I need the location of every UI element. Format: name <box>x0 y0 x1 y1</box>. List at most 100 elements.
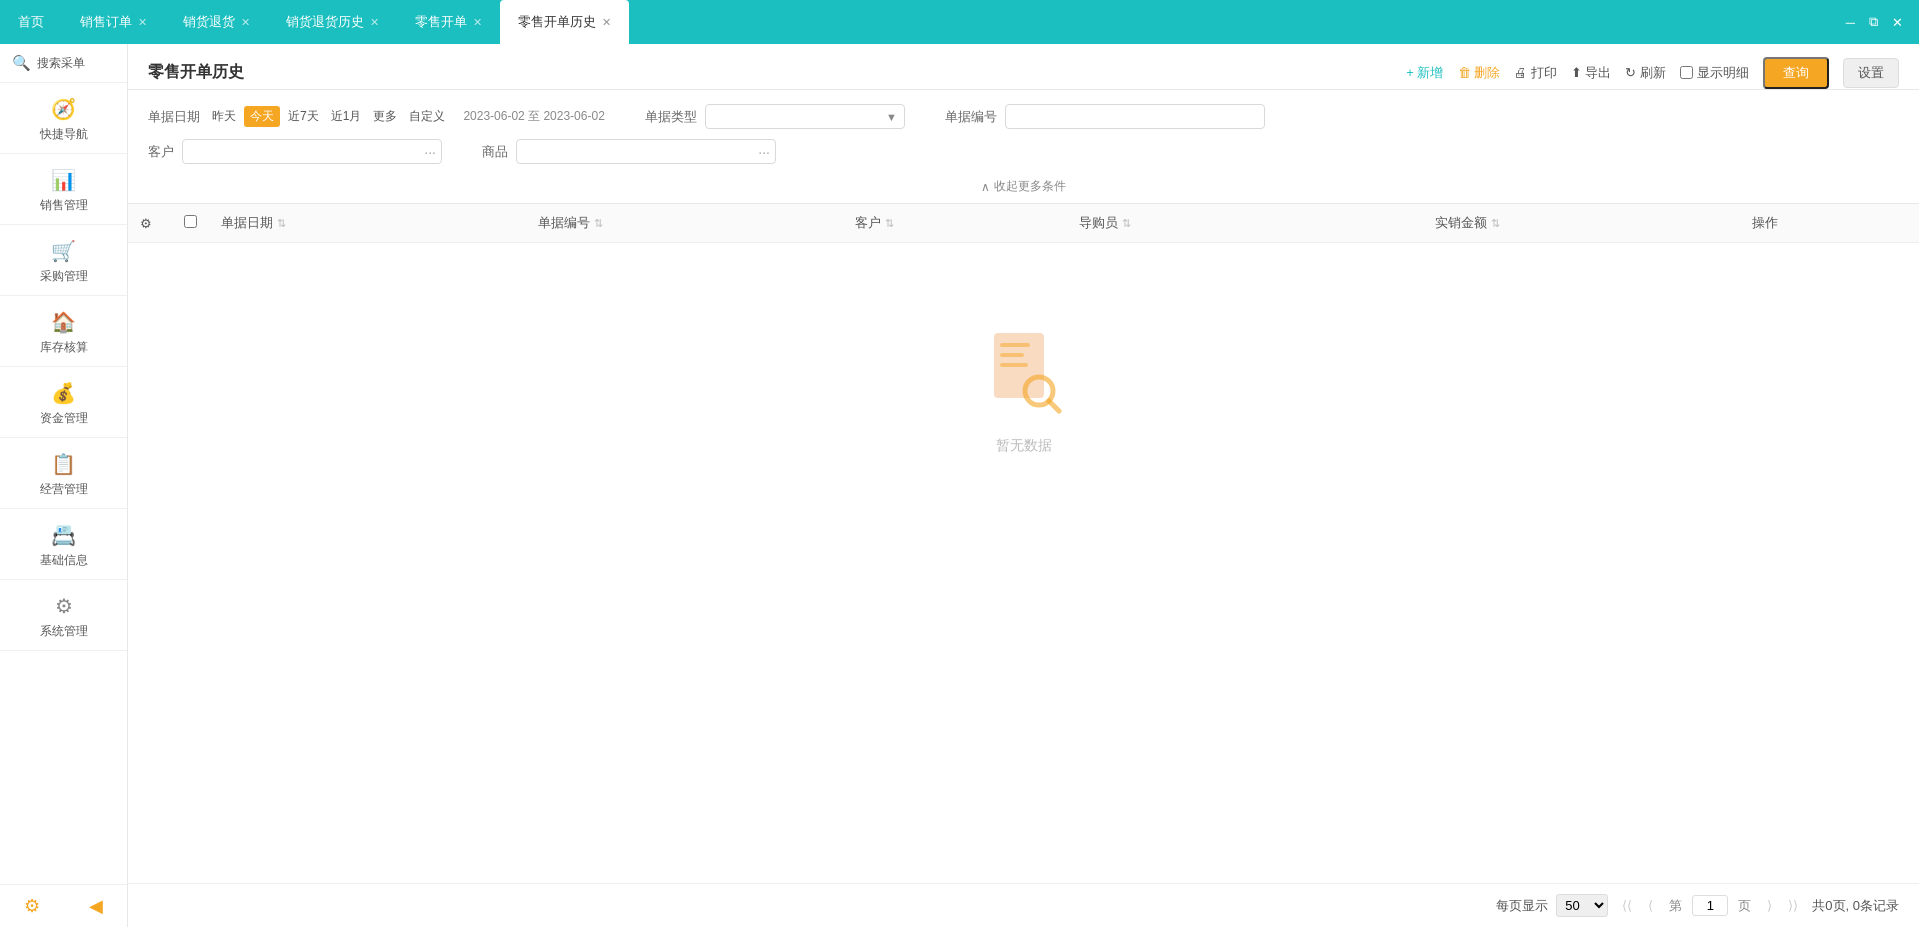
page-nav: ⟨⟨ ⟨ 第 页 ⟩ ⟩⟩ <box>1616 895 1804 917</box>
table-area: ⚙ 单据日期 ⇅ 单据编号 ⇅ <box>128 204 1919 883</box>
product-label: 商品 <box>482 143 508 161</box>
customer-input[interactable] <box>182 139 442 164</box>
date-btn-custom[interactable]: 自定义 <box>405 106 449 127</box>
show-detail-label: 显示明细 <box>1697 64 1749 82</box>
collapse-button[interactable]: ∧ 收起更多条件 <box>148 174 1899 195</box>
close-btn[interactable]: ✕ <box>1892 15 1903 30</box>
tab-retail-open-label: 零售开单 <box>415 13 467 31</box>
content-area: 零售开单历史 + 新增 🗑 删除 🖨 打印 ⬆ 导出 ↻ 刷新 显示明细 查询 … <box>128 44 1919 927</box>
empty-state-cell: 暂无数据 <box>128 243 1919 516</box>
sort-amount-icon: ⇅ <box>1491 217 1500 229</box>
sidebar-item-operation[interactable]: 📋 经营管理 <box>0 438 127 509</box>
customer-dots-icon[interactable]: ··· <box>424 144 436 160</box>
tab-retail-open-history[interactable]: 零售开单历史 ✕ <box>500 0 629 44</box>
tab-retail-open[interactable]: 零售开单 ✕ <box>397 0 500 44</box>
page-title: 零售开单历史 <box>148 62 244 83</box>
page-input[interactable] <box>1692 895 1728 916</box>
sidebar-settings-icon[interactable]: ⚙ <box>24 895 40 917</box>
tab-sales-return-history-close[interactable]: ✕ <box>370 16 379 29</box>
minimize-btn[interactable]: ─ <box>1846 15 1855 30</box>
col-no-label: 单据编号 <box>538 215 590 230</box>
col-amount[interactable]: 实销金额 ⇅ <box>1423 204 1740 243</box>
tab-sales-order-close[interactable]: ✕ <box>138 16 147 29</box>
col-date-label: 单据日期 <box>221 215 273 230</box>
customer-label: 客户 <box>148 143 174 161</box>
empty-state-row: 暂无数据 <box>128 243 1919 516</box>
tab-sales-return-history-label: 销货退货历史 <box>286 13 364 31</box>
select-all-checkbox[interactable] <box>184 215 197 228</box>
sort-guide-icon: ⇅ <box>1122 217 1131 229</box>
refresh-button[interactable]: ↻ 刷新 <box>1625 64 1666 82</box>
sidebar-search[interactable]: 🔍 搜索采单 <box>0 44 127 83</box>
sidebar-collapse-icon[interactable]: ◀ <box>89 895 103 917</box>
settings-button[interactable]: 设置 <box>1843 58 1899 88</box>
tab-sales-order[interactable]: 销售订单 ✕ <box>62 0 165 44</box>
col-no[interactable]: 单据编号 ⇅ <box>526 204 843 243</box>
date-btn-today[interactable]: 今天 <box>244 106 280 127</box>
sidebar-item-purchase-mgmt[interactable]: 🛒 采购管理 <box>0 225 127 296</box>
tab-sales-return-label: 销货退货 <box>183 13 235 31</box>
tab-sales-return-history[interactable]: 销货退货历史 ✕ <box>268 0 397 44</box>
sidebar-item-quick-nav[interactable]: 🧭 快捷导航 <box>0 83 127 154</box>
date-range-display: 2023-06-02 至 2023-06-02 <box>463 108 604 125</box>
main-layout: 🔍 搜索采单 🧭 快捷导航 📊 销售管理 🛒 采购管理 🏠 库存核算 💰 资金管… <box>0 44 1919 927</box>
col-customer[interactable]: 客户 ⇅ <box>843 204 1067 243</box>
col-date[interactable]: 单据日期 ⇅ <box>209 204 526 243</box>
tab-sales-return[interactable]: 销货退货 ✕ <box>165 0 268 44</box>
sidebar-item-inventory[interactable]: 🏠 库存核算 <box>0 296 127 367</box>
tab-home[interactable]: 首页 <box>0 0 62 44</box>
total-label: 共0页, 0条记录 <box>1812 897 1899 915</box>
empty-state: 暂无数据 <box>128 243 1919 515</box>
show-detail-checkbox[interactable]: 显示明细 <box>1680 64 1749 82</box>
tab-retail-open-history-close[interactable]: ✕ <box>602 16 611 29</box>
empty-text: 暂无数据 <box>996 437 1052 455</box>
print-button[interactable]: 🖨 打印 <box>1514 64 1557 82</box>
per-page-select[interactable]: 50 10 20 100 <box>1556 894 1608 917</box>
sort-no-icon: ⇅ <box>594 217 603 229</box>
doc-type-select-wrap: ▼ <box>705 104 905 129</box>
date-btn-last1m[interactable]: 近1月 <box>327 106 366 127</box>
tab-retail-open-close[interactable]: ✕ <box>473 16 482 29</box>
query-button[interactable]: 查询 <box>1763 57 1829 89</box>
product-input[interactable] <box>516 139 776 164</box>
doc-no-input[interactable] <box>1005 104 1265 129</box>
add-button[interactable]: + 新增 <box>1406 64 1443 82</box>
show-detail-input[interactable] <box>1680 66 1693 79</box>
collapse-up-icon: ∧ <box>981 180 990 194</box>
collapse-label: 收起更多条件 <box>994 178 1066 195</box>
col-empty <box>1337 204 1423 243</box>
sidebar-item-operation-label: 经营管理 <box>40 481 88 498</box>
page-next-btn[interactable]: ⟩ <box>1761 896 1778 915</box>
date-btn-last7[interactable]: 近7天 <box>284 106 323 127</box>
col-guide[interactable]: 导购员 ⇅ <box>1067 204 1337 243</box>
product-dots-icon[interactable]: ··· <box>758 144 770 160</box>
page-last-btn[interactable]: ⟩⟩ <box>1782 896 1804 915</box>
sidebar-item-system-mgmt[interactable]: ⚙ 系统管理 <box>0 580 127 651</box>
delete-button[interactable]: 🗑 删除 <box>1458 64 1501 82</box>
svg-rect-1 <box>1000 343 1030 347</box>
col-customer-label: 客户 <box>855 215 881 230</box>
tab-sales-return-close[interactable]: ✕ <box>241 16 250 29</box>
col-action-label: 操作 <box>1752 215 1778 230</box>
search-icon: 🔍 <box>12 54 31 72</box>
date-btn-more[interactable]: 更多 <box>369 106 401 127</box>
sidebar-item-sales-mgmt[interactable]: 📊 销售管理 <box>0 154 127 225</box>
sidebar-item-system-mgmt-label: 系统管理 <box>40 623 88 640</box>
page-prev-btn[interactable]: ⟨ <box>1642 896 1659 915</box>
doc-type-select[interactable] <box>705 104 905 129</box>
page-first-btn[interactable]: ⟨⟨ <box>1616 896 1638 915</box>
filter-row-1: 单据日期 昨天 今天 近7天 近1月 更多 自定义 2023-06-02 至 2… <box>148 104 1899 129</box>
date-btn-yesterday[interactable]: 昨天 <box>208 106 240 127</box>
gear-icon[interactable]: ⚙ <box>140 216 152 231</box>
col-amount-label: 实销金额 <box>1435 215 1487 230</box>
tab-sales-order-label: 销售订单 <box>80 13 132 31</box>
restore-btn[interactable]: ⧉ <box>1869 14 1878 30</box>
date-btn-group: 昨天 今天 近7天 近1月 更多 自定义 <box>208 106 449 127</box>
tab-home-label: 首页 <box>18 13 44 31</box>
export-button[interactable]: ⬆ 导出 <box>1571 64 1612 82</box>
sidebar-item-basic-info[interactable]: 📇 基础信息 <box>0 509 127 580</box>
col-gear[interactable]: ⚙ <box>128 204 172 243</box>
sidebar-item-finance[interactable]: 💰 资金管理 <box>0 367 127 438</box>
page-label-suffix: 页 <box>1732 895 1757 917</box>
filter-row-2: 客户 ··· 商品 ··· <box>148 139 1899 164</box>
